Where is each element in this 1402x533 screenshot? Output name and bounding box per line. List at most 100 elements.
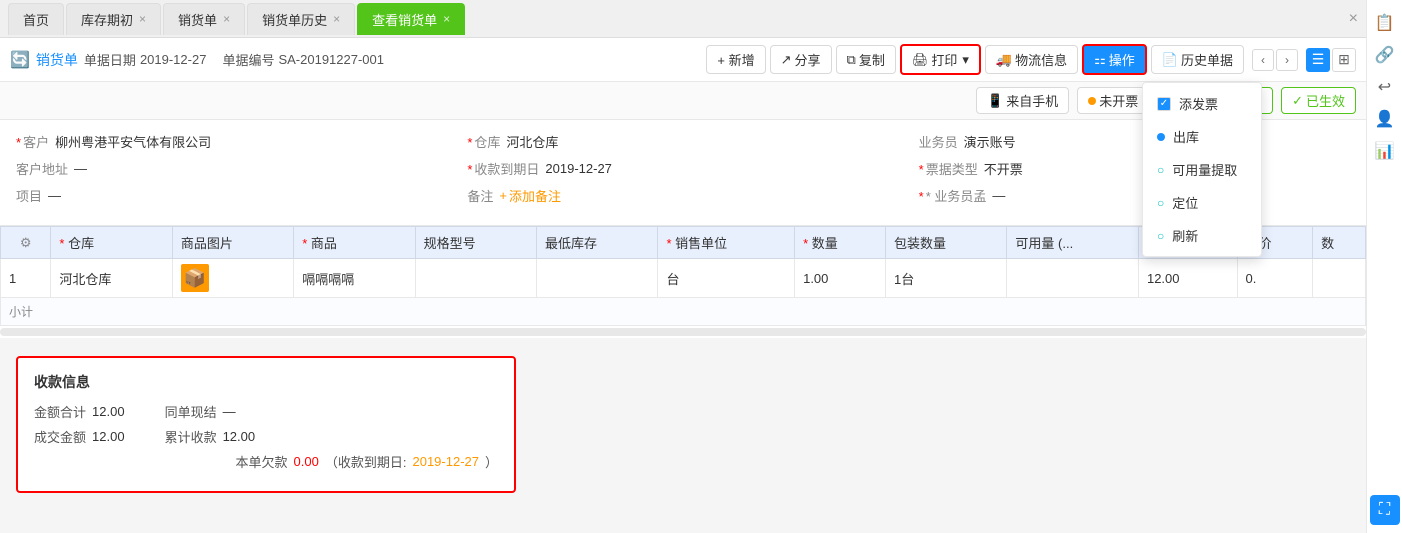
right-sidebar: 📋 🔗 ↩ 👤 📊 ⛶	[1366, 0, 1402, 533]
dropdown-add-invoice[interactable]: ✓ 添发票	[1143, 87, 1261, 120]
tab-sales-history[interactable]: 销货单历史 ×	[247, 3, 355, 35]
sidebar-icon-doc[interactable]: 📋	[1370, 8, 1400, 38]
payment-row-2: 成交金额 12.00 累计收款 12.00	[34, 427, 498, 446]
logistics-button[interactable]: 🚚 物流信息	[985, 45, 1078, 74]
due-date-label: （收款到期日:	[325, 452, 407, 471]
not-opened-label: 未开票	[1099, 91, 1138, 110]
current-due-item: 本单欠款 0.00 （收款到期日: 2019-12-27 ）	[236, 452, 498, 471]
tab-sales[interactable]: 销货单 ×	[163, 3, 245, 35]
staff-field: 业务员 演示账号	[919, 132, 1350, 151]
list-view-btn[interactable]: ☰	[1306, 48, 1330, 72]
table-row: 1 河北仓库 📦 嗝嗝嗝嗝 台 1.00 1台 12.00 0.	[1, 259, 1366, 298]
prev-arrow[interactable]: ‹	[1252, 49, 1274, 71]
row-image: 📦	[172, 259, 293, 298]
add-note-btn[interactable]: + 添加备注	[499, 186, 561, 205]
dropdown-location[interactable]: ○ 定位	[1143, 186, 1261, 219]
address-value: —	[74, 161, 87, 176]
th-warehouse: * 仓库	[51, 227, 172, 259]
grid-view-btn[interactable]: ⊞	[1332, 48, 1356, 72]
tab-view-sales-close[interactable]: ×	[443, 12, 450, 26]
sidebar-icon-expand[interactable]: ⛶	[1370, 495, 1400, 525]
customer-field: 客户 柳州粤港平安气体有限公司	[16, 132, 447, 151]
row-price: 0.	[1237, 259, 1313, 298]
accumulated-value: 12.00	[223, 429, 256, 444]
warehouse-label: 仓库	[467, 132, 500, 151]
subtotal-row: 小计	[1, 298, 1366, 326]
th-image: 商品图片	[172, 227, 293, 259]
row-min-stock	[537, 259, 658, 298]
dropdown-location-label: 定位	[1172, 193, 1198, 212]
checkbox-icon: ✓	[1157, 97, 1171, 111]
row-spec	[415, 259, 536, 298]
add-button[interactable]: + 新增	[706, 45, 765, 74]
transaction-value: 12.00	[92, 429, 125, 444]
row-pack-qty: 1台	[886, 259, 1007, 298]
next-arrow[interactable]: ›	[1276, 49, 1298, 71]
plus-icon: +	[499, 188, 507, 203]
address-label: 客户地址	[16, 159, 68, 178]
history-button[interactable]: 📄 历史单据	[1151, 45, 1244, 74]
dropdown-outbound[interactable]: 出库	[1143, 120, 1261, 153]
payment-date-label: 收款到期日	[467, 159, 539, 178]
payment-date-value: 2019-12-27	[545, 161, 612, 176]
circle-icon-teal2: ○	[1157, 196, 1164, 210]
dropdown-available-qty[interactable]: ○ 可用量提取	[1143, 153, 1261, 186]
print-button[interactable]: 🖨 打印 ▾	[900, 44, 981, 75]
sidebar-icon-user[interactable]: 👤	[1370, 104, 1400, 134]
payment-info-title: 收款信息	[34, 372, 498, 392]
note-field: 备注 + 添加备注	[467, 186, 898, 205]
date-value: 2019-12-27	[140, 52, 207, 67]
from-mobile-label: 来自手机	[1006, 91, 1058, 110]
copy-button[interactable]: ⧉ 复制	[836, 45, 896, 74]
same-order-value: —	[223, 404, 236, 419]
sidebar-icon-chart[interactable]: 📊	[1370, 136, 1400, 166]
tab-inventory-close[interactable]: ×	[139, 12, 146, 26]
check-icon2: ✓	[1292, 93, 1303, 109]
row-unit: 台	[658, 259, 795, 298]
effective-label: 已生效	[1306, 91, 1345, 110]
th-settings[interactable]: ⚙	[1, 227, 51, 259]
nav-arrows: ‹ ›	[1252, 49, 1298, 71]
row-amount	[1313, 259, 1366, 298]
tab-bar: 首页 库存期初 × 销货单 × 销货单历史 × 查看销货单 × ×	[0, 0, 1366, 38]
copy-icon: ⧉	[847, 52, 856, 68]
number-info: 单据编号 SA-20191227-001	[222, 50, 384, 69]
tab-home[interactable]: 首页	[8, 3, 64, 35]
invoice-type-label: 票据类型	[919, 159, 978, 178]
toolbar-right: + 新增 ↗ 分享 ⧉ 复制 🖨 打印 ▾ 🚚 物流信息 ⚏ 操作	[706, 44, 1356, 75]
current-due-label: 本单欠款	[236, 452, 288, 471]
tab-inventory[interactable]: 库存期初 ×	[66, 3, 161, 35]
tab-close-all[interactable]: ×	[1349, 10, 1358, 28]
payment-row-1: 金额合计 12.00 同单现结 —	[34, 402, 498, 421]
share-icon: ↗	[781, 52, 792, 68]
th-available: 可用量 (...	[1007, 227, 1139, 259]
sales-staff-value: —	[992, 188, 1005, 203]
circle-icon-teal: ○	[1157, 163, 1164, 177]
tab-sales-history-close[interactable]: ×	[333, 12, 340, 26]
from-mobile-btn[interactable]: 📱 来自手机	[976, 87, 1069, 114]
scroll-bar[interactable]	[0, 328, 1366, 336]
effective-badge[interactable]: ✓ 已生效	[1281, 87, 1356, 114]
sidebar-icon-return[interactable]: ↩	[1370, 72, 1400, 102]
print-icon: 🖨	[912, 52, 929, 68]
share-button[interactable]: ↗ 分享	[770, 45, 832, 74]
th-amount: 数	[1313, 227, 1366, 259]
project-field: 项目 —	[16, 186, 447, 205]
payment-row-3: 本单欠款 0.00 （收款到期日: 2019-12-27 ）	[34, 452, 498, 471]
dropdown-refresh-label: 刷新	[1172, 226, 1198, 245]
number-label: 单据编号	[222, 50, 274, 69]
row-current: 12.00	[1138, 259, 1237, 298]
payment-info-box: 收款信息 金额合计 12.00 同单现结 — 成交金额 12.00 累计收款	[16, 356, 516, 493]
tab-sales-close[interactable]: ×	[223, 12, 230, 26]
sales-staff-label: * 业务员孟	[919, 186, 987, 205]
project-label: 项目	[16, 186, 42, 205]
operations-button[interactable]: ⚏ 操作	[1082, 44, 1147, 75]
tab-view-sales[interactable]: 查看销货单 ×	[357, 3, 465, 35]
sidebar-icon-link[interactable]: 🔗	[1370, 40, 1400, 70]
not-opened-btn[interactable]: 未开票	[1077, 87, 1149, 114]
total-amount-value: 12.00	[92, 404, 125, 419]
dropdown-refresh[interactable]: ○ 刷新	[1143, 219, 1261, 252]
toolbar-left: 🔄 销货单 单据日期 2019-12-27 单据编号 SA-20191227-0…	[10, 50, 698, 70]
payment-section: 收款信息 金额合计 12.00 同单现结 — 成交金额 12.00 累计收款	[0, 338, 1366, 511]
total-amount-label: 金额合计	[34, 402, 86, 421]
